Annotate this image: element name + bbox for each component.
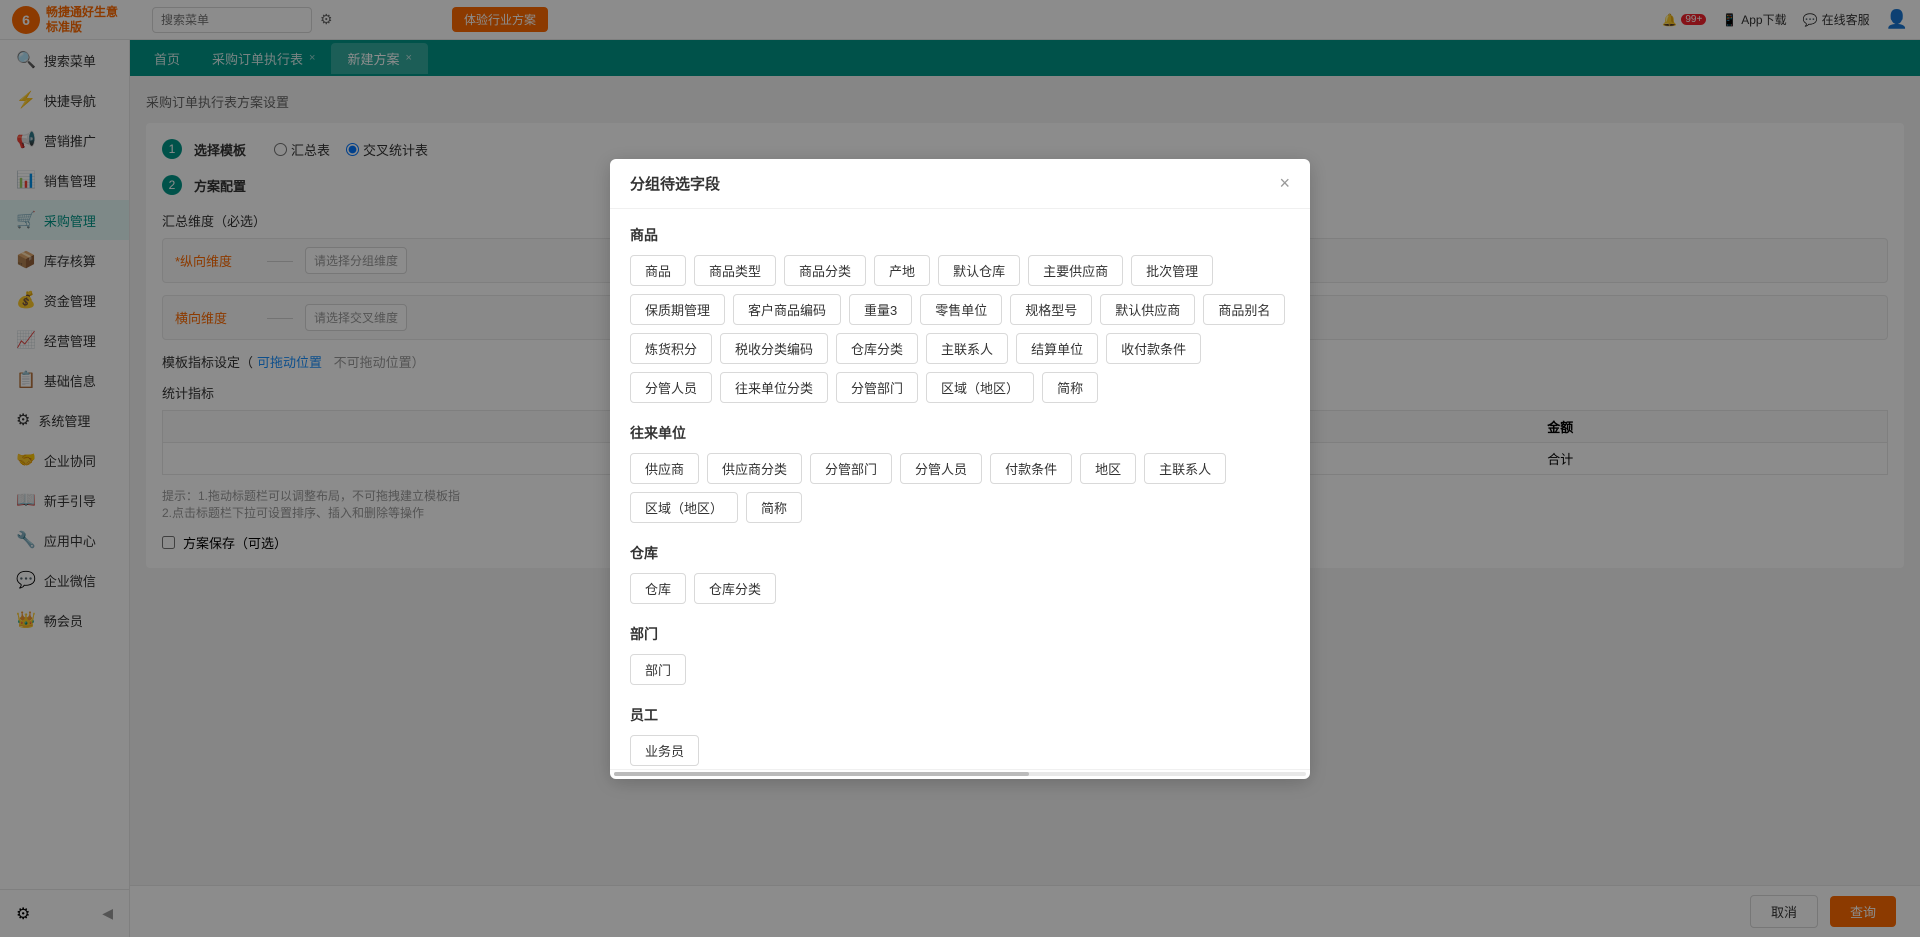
chip-product-11[interactable]: 规格型号: [1010, 294, 1092, 325]
field-group-title-partner: 往来单位: [630, 423, 1290, 443]
chip-product-23[interactable]: 区域（地区）: [926, 372, 1034, 403]
chip-partner-1[interactable]: 供应商分类: [707, 453, 802, 484]
modal-close-button[interactable]: ×: [1279, 174, 1290, 192]
chip-product-15[interactable]: 税收分类编码: [720, 333, 828, 364]
chip-product-22[interactable]: 分管部门: [836, 372, 918, 403]
chip-partner-8[interactable]: 简称: [746, 492, 802, 523]
chip-product-16[interactable]: 仓库分类: [836, 333, 918, 364]
chip-partner-4[interactable]: 付款条件: [990, 453, 1072, 484]
chip-partner-0[interactable]: 供应商: [630, 453, 699, 484]
chip-employee-0[interactable]: 业务员: [630, 735, 699, 766]
field-group-title-warehouse: 仓库: [630, 543, 1290, 563]
chip-partner-7[interactable]: 区域（地区）: [630, 492, 738, 523]
chip-product-6[interactable]: 批次管理: [1131, 255, 1213, 286]
chip-product-4[interactable]: 默认仓库: [938, 255, 1020, 286]
chip-product-20[interactable]: 分管人员: [630, 372, 712, 403]
chip-product-18[interactable]: 结算单位: [1016, 333, 1098, 364]
modal-header: 分组待选字段 ×: [610, 159, 1310, 209]
chip-product-21[interactable]: 往来单位分类: [720, 372, 828, 403]
chip-warehouse-0[interactable]: 仓库: [630, 573, 686, 604]
partner-chips: 供应商 供应商分类 分管部门 分管人员 付款条件 地区 主联系人 区域（地区） …: [630, 453, 1290, 523]
chip-partner-6[interactable]: 主联系人: [1144, 453, 1226, 484]
modal-overlay: 分组待选字段 × 商品 商品 商品类型 商品分类 产地 默认仓库 主要供应商 批…: [0, 0, 1920, 937]
chip-partner-2[interactable]: 分管部门: [810, 453, 892, 484]
modal-dialog: 分组待选字段 × 商品 商品 商品类型 商品分类 产地 默认仓库 主要供应商 批…: [610, 159, 1310, 779]
chip-product-1[interactable]: 商品类型: [694, 255, 776, 286]
field-group-partner: 往来单位 供应商 供应商分类 分管部门 分管人员 付款条件 地区 主联系人 区域…: [630, 423, 1290, 523]
chip-product-3[interactable]: 产地: [874, 255, 930, 286]
field-group-warehouse: 仓库 仓库 仓库分类: [630, 543, 1290, 604]
modal-body: 商品 商品 商品类型 商品分类 产地 默认仓库 主要供应商 批次管理 保质期管理…: [610, 209, 1310, 770]
field-group-dept: 部门 部门: [630, 624, 1290, 685]
warehouse-chips: 仓库 仓库分类: [630, 573, 1290, 604]
chip-product-0[interactable]: 商品: [630, 255, 686, 286]
field-group-title-dept: 部门: [630, 624, 1290, 644]
field-group-employee: 员工 业务员: [630, 705, 1290, 766]
chip-product-7[interactable]: 保质期管理: [630, 294, 725, 325]
chip-product-2[interactable]: 商品分类: [784, 255, 866, 286]
chip-product-12[interactable]: 默认供应商: [1100, 294, 1195, 325]
product-chips: 商品 商品类型 商品分类 产地 默认仓库 主要供应商 批次管理 保质期管理 客户…: [630, 255, 1290, 403]
chip-product-24[interactable]: 简称: [1042, 372, 1098, 403]
employee-chips: 业务员: [630, 735, 1290, 766]
chip-product-14[interactable]: 炼货积分: [630, 333, 712, 364]
chip-warehouse-1[interactable]: 仓库分类: [694, 573, 776, 604]
chip-dept-0[interactable]: 部门: [630, 654, 686, 685]
dept-chips: 部门: [630, 654, 1290, 685]
chip-product-17[interactable]: 主联系人: [926, 333, 1008, 364]
chip-product-8[interactable]: 客户商品编码: [733, 294, 841, 325]
chip-product-9[interactable]: 重量3: [849, 294, 912, 325]
chip-partner-5[interactable]: 地区: [1080, 453, 1136, 484]
modal-title: 分组待选字段: [630, 173, 720, 194]
field-group-title-product: 商品: [630, 225, 1290, 245]
chip-product-5[interactable]: 主要供应商: [1028, 255, 1123, 286]
field-group-title-employee: 员工: [630, 705, 1290, 725]
field-group-product: 商品 商品 商品类型 商品分类 产地 默认仓库 主要供应商 批次管理 保质期管理…: [630, 225, 1290, 403]
chip-product-13[interactable]: 商品别名: [1203, 294, 1285, 325]
modal-horizontal-scrollbar[interactable]: [610, 769, 1310, 778]
chip-partner-3[interactable]: 分管人员: [900, 453, 982, 484]
chip-product-19[interactable]: 收付款条件: [1106, 333, 1201, 364]
chip-product-10[interactable]: 零售单位: [920, 294, 1002, 325]
